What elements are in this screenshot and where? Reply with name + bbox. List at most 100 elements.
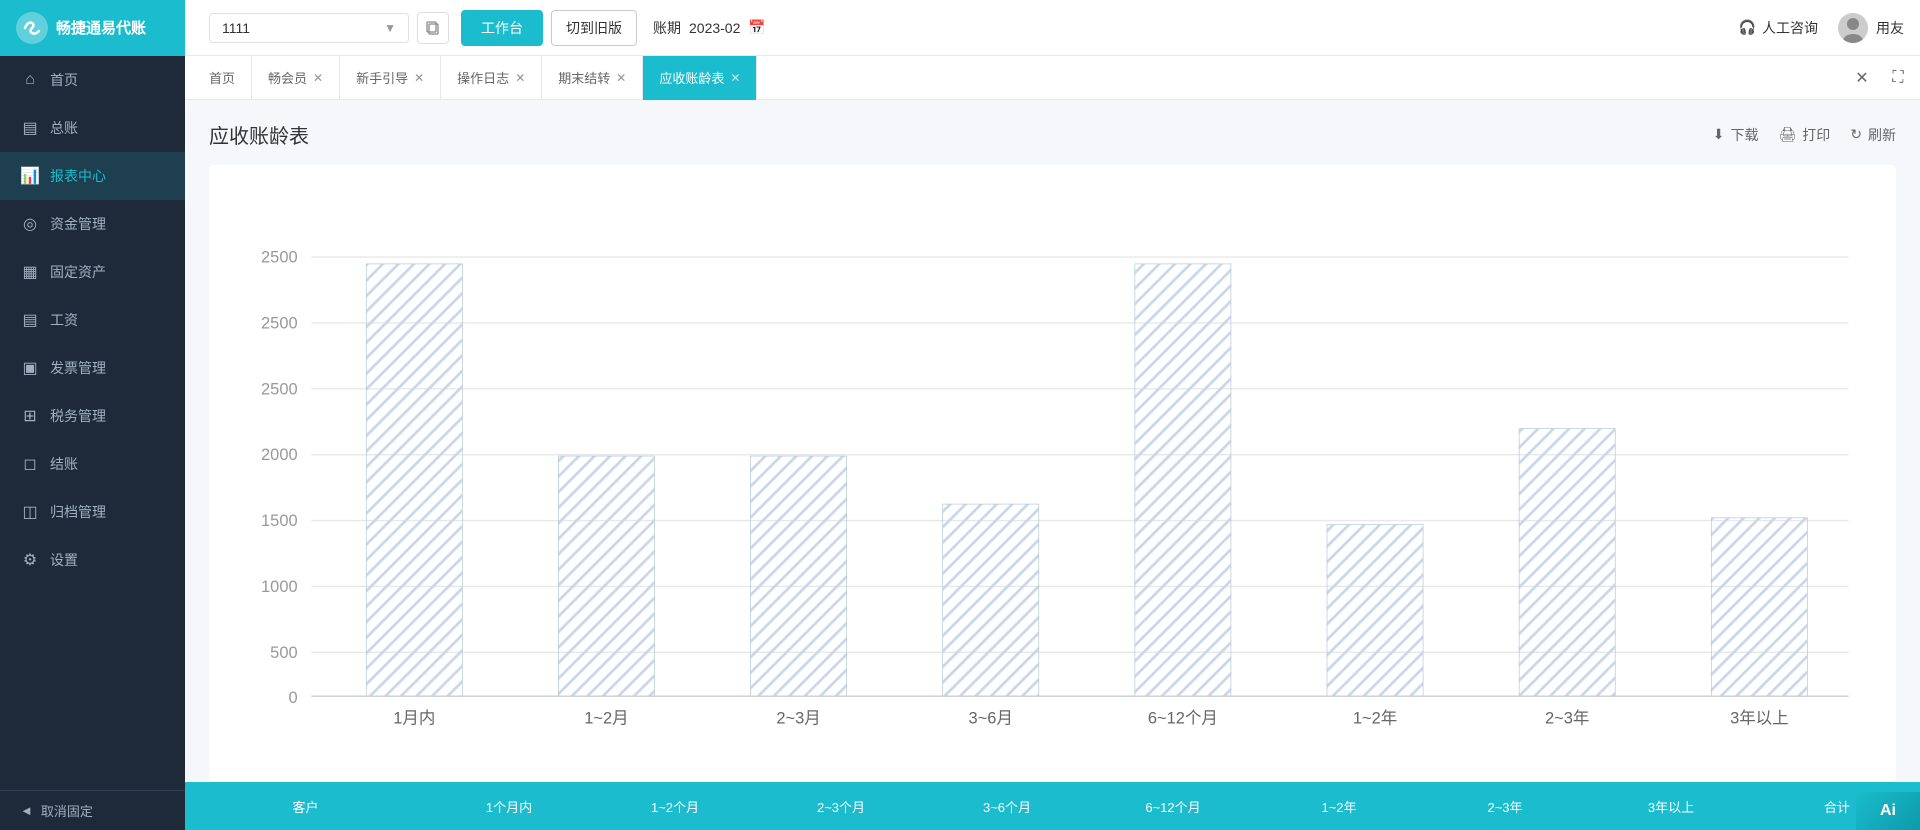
bar-1-2month: [558, 456, 654, 696]
consult-button[interactable]: 🎧 人工咨询: [1739, 18, 1818, 38]
svg-text:2~3月: 2~3月: [776, 710, 820, 728]
bar-3yearplus: [1711, 518, 1807, 696]
svg-text:2000: 2000: [261, 446, 298, 464]
tab-guide[interactable]: 新手引导 ✕: [340, 56, 441, 100]
close-tab-button[interactable]: ✕: [1848, 64, 1876, 92]
tax-nav-icon: ⊞: [20, 406, 40, 426]
sidebar-item-funds[interactable]: ◎ 资金管理: [0, 200, 185, 248]
table-header-6: 1~2年: [1256, 797, 1422, 816]
sidebar-item-assets[interactable]: ▦ 固定资产: [0, 248, 185, 296]
company-name: 1111: [222, 20, 376, 36]
main-layout: ⌂ 首页 ▤ 总账 📊 报表中心 ◎ 资金管理 ▦ 固定资产 ▤ 工资 ▣ 发票…: [0, 56, 1920, 830]
tab-oplog[interactable]: 操作日志 ✕: [441, 56, 542, 100]
svg-text:3年以上: 3年以上: [1730, 710, 1789, 728]
ledger-nav-icon: ▤: [20, 118, 40, 138]
svg-text:2500: 2500: [261, 314, 298, 332]
consult-label: 人工咨询: [1762, 18, 1818, 38]
tab-member[interactable]: 畅会员 ✕: [252, 56, 340, 100]
tab-label-oplog: 操作日志: [457, 68, 509, 87]
tab-label-period-end: 期末结转: [558, 68, 610, 87]
user-area[interactable]: 用友: [1838, 13, 1904, 43]
sidebar-item-reports[interactable]: 📊 报表中心: [0, 152, 185, 200]
aging-chart: 2500 2500 2500 2000 1500 1000 500 0: [229, 185, 1876, 782]
cancel-fixed-icon: ◄: [20, 803, 33, 818]
sidebar-item-salary[interactable]: ▤ 工资: [0, 296, 185, 344]
company-selector[interactable]: 1111 ▼: [209, 13, 409, 43]
table-header-7: 2~3年: [1422, 797, 1588, 816]
bar-1-2year: [1327, 525, 1423, 697]
download-label: 下载: [1730, 125, 1758, 145]
expand-tab-button[interactable]: ⛶: [1884, 64, 1912, 92]
print-icon: 🖨: [1778, 126, 1796, 143]
sidebar-label-invoice: 发票管理: [50, 358, 106, 378]
top-header: 畅捷通易代账 1111 ▼ 工作台 切到旧版 账期 2023-02 📅 🎧 人工…: [0, 0, 1920, 56]
bar-6-12month: [1135, 264, 1231, 696]
print-label: 打印: [1802, 125, 1830, 145]
svg-text:1月内: 1月内: [393, 710, 435, 728]
tab-period-end[interactable]: 期末结转 ✕: [542, 56, 643, 100]
headset-icon: 🎧: [1739, 19, 1756, 36]
svg-text:2500: 2500: [261, 249, 298, 267]
app-logo-text: 畅捷通易代账: [56, 17, 146, 38]
sidebar-scroll: ⌂ 首页 ▤ 总账 📊 报表中心 ◎ 资金管理 ▦ 固定资产 ▤ 工资 ▣ 发票…: [0, 56, 185, 790]
svg-text:1500: 1500: [261, 512, 298, 530]
sidebar-item-ledger[interactable]: ▤ 总账: [0, 104, 185, 152]
table-header-3: 2~3个月: [758, 797, 924, 816]
svg-text:0: 0: [288, 689, 297, 707]
tab-close-oplog[interactable]: ✕: [515, 71, 525, 85]
print-button[interactable]: 🖨 打印: [1778, 125, 1830, 145]
header-right: 🎧 人工咨询 用友: [1739, 13, 1904, 43]
sidebar-label-checkout: 结账: [50, 454, 78, 474]
bar-2-3month: [751, 456, 847, 696]
logo-area: 畅捷通易代账: [0, 0, 185, 56]
settings-nav-icon: ⚙: [20, 550, 40, 570]
sidebar-label-home: 首页: [50, 70, 78, 90]
username-label: 用友: [1876, 18, 1904, 38]
company-dropdown-icon: ▼: [384, 21, 396, 35]
funds-nav-icon: ◎: [20, 214, 40, 234]
sidebar-label-reports: 报表中心: [50, 166, 106, 186]
table-header-8: 3年以上: [1588, 797, 1754, 816]
copy-button[interactable]: [417, 12, 449, 44]
tab-label-guide: 新手引导: [356, 68, 408, 87]
sidebar-label-settings: 设置: [50, 550, 78, 570]
bar-3-6month: [943, 504, 1039, 696]
sidebar-item-settings[interactable]: ⚙ 设置: [0, 536, 185, 584]
download-icon: ⬇: [1713, 126, 1725, 143]
sidebar-item-archive[interactable]: ◫ 归档管理: [0, 488, 185, 536]
bar-1month: [366, 264, 462, 696]
tab-close-member[interactable]: ✕: [313, 71, 323, 85]
svg-text:2~3年: 2~3年: [1545, 710, 1589, 728]
tab-close-guide[interactable]: ✕: [414, 71, 424, 85]
logo-icon: [16, 12, 48, 44]
reports-nav-icon: 📊: [20, 166, 40, 186]
sidebar-label-archive: 归档管理: [50, 502, 106, 522]
sidebar-label-funds: 资金管理: [50, 214, 106, 234]
tab-close-period-end[interactable]: ✕: [616, 71, 626, 85]
workbench-button[interactable]: 工作台: [461, 10, 543, 46]
sidebar-label-salary: 工资: [50, 310, 78, 330]
tab-aging[interactable]: 应收账龄表 ✕: [643, 56, 757, 100]
refresh-icon: ↻: [1850, 126, 1862, 143]
tab-close-aging[interactable]: ✕: [730, 71, 740, 85]
refresh-button[interactable]: ↻ 刷新: [1850, 125, 1896, 145]
invoice-nav-icon: ▣: [20, 358, 40, 378]
sidebar-label-ledger: 总账: [50, 118, 78, 138]
sidebar-item-checkout[interactable]: ◻ 结账: [0, 440, 185, 488]
sidebar-item-tax[interactable]: ⊞ 税务管理: [0, 392, 185, 440]
tab-home[interactable]: 首页: [193, 56, 252, 100]
home-nav-icon: ⌂: [20, 71, 40, 89]
download-button[interactable]: ⬇ 下载: [1713, 125, 1759, 145]
ai-button[interactable]: Ai: [1856, 792, 1920, 830]
svg-text:2500: 2500: [261, 380, 298, 398]
sidebar-item-invoice[interactable]: ▣ 发票管理: [0, 344, 185, 392]
cancel-fixed-button[interactable]: ◄ 取消固定: [0, 790, 185, 830]
sidebar-item-home[interactable]: ⌂ 首页: [0, 56, 185, 104]
svg-text:1000: 1000: [261, 578, 298, 596]
page-actions: ⬇ 下载 🖨 打印 ↻ 刷新: [1713, 125, 1896, 145]
bar-2-3year: [1519, 429, 1615, 697]
switch-old-button[interactable]: 切到旧版: [551, 10, 637, 46]
period-label: 账期: [653, 18, 681, 38]
calendar-icon[interactable]: 📅: [748, 19, 765, 36]
salary-nav-icon: ▤: [20, 310, 40, 330]
